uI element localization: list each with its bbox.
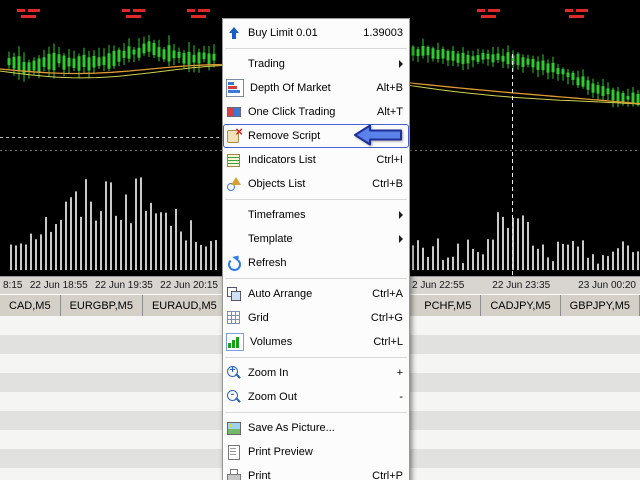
menu-item-buy-limit-0-01[interactable]: Buy Limit 0.01 1.39003 <box>223 21 409 45</box>
time-label: 22 Jun 20:15 <box>160 280 218 291</box>
menu-item-shortcut: Ctrl+A <box>372 288 403 300</box>
menu-item-shortcut: Alt+T <box>377 106 403 118</box>
menu-icon-placeholder <box>226 56 242 72</box>
submenu-arrow-icon <box>399 235 403 243</box>
grid-icon <box>226 310 242 326</box>
indicators-icon <box>226 152 242 168</box>
menu-separator <box>225 357 407 358</box>
menu-item-template[interactable]: Template <box>223 227 409 251</box>
menu-item-label: Print <box>248 470 271 480</box>
menu-item-label: Timeframes <box>248 209 306 221</box>
menu-item-shortcut: Ctrl+I <box>376 154 403 166</box>
menu-separator <box>225 199 407 200</box>
menu-item-shortcut: Alt+B <box>376 82 403 94</box>
menu-item-trading[interactable]: Trading <box>223 52 409 76</box>
menu-item-objects-list[interactable]: Objects List Ctrl+B <box>223 172 409 196</box>
menu-item-save-as-picture[interactable]: Save As Picture... <box>223 416 409 440</box>
time-label: 8:15 <box>3 280 23 291</box>
time-label: 2 Jun 22:55 <box>412 280 465 291</box>
menu-item-label: Print Preview <box>248 446 313 458</box>
menu-item-timeframes[interactable]: Timeframes <box>223 203 409 227</box>
menu-item-shortcut: 1.39003 <box>363 27 403 39</box>
menu-item-label: Grid <box>248 312 269 324</box>
menu-item-shortcut: Ctrl+B <box>372 178 403 190</box>
print-icon <box>226 468 242 480</box>
depth-of-market-icon <box>226 79 244 97</box>
time-label: 23 Jun 00:20 <box>578 280 636 291</box>
menu-item-depth-of-market[interactable]: Depth Of Market Alt+B <box>223 76 409 100</box>
menu-item-label: Depth Of Market <box>250 82 331 94</box>
time-label: 22 Jun 23:35 <box>492 280 551 291</box>
menu-item-label: Auto Arrange <box>248 288 313 300</box>
chart-tab-eurgbp-m5[interactable]: EURGBP,M5 <box>61 295 143 317</box>
menu-item-zoom-in[interactable]: Zoom In + <box>223 361 409 385</box>
submenu-arrow-icon <box>399 60 403 68</box>
time-axis-right: 2 Jun 22:55 22 Jun 23:35 23 Jun 00:20 <box>412 280 636 291</box>
chart-tabs-right: PCHF,M5 CADJPY,M5 GBPJPY,M5 <box>415 295 640 317</box>
mt4-window: 8:15 22 Jun 18:55 22 Jun 19:35 22 Jun 20:15… <box>0 0 640 480</box>
menu-item-shortcut: - <box>399 391 403 403</box>
menu-item-indicators-list[interactable]: Indicators List Ctrl+I <box>223 148 409 172</box>
chart-tab-pchf-m5[interactable]: PCHF,M5 <box>415 295 482 317</box>
chart-tabs-left: CAD,M5 EURGBP,M5 EURAUD,M5 <box>0 295 227 317</box>
menu-item-refresh[interactable]: Refresh <box>223 251 409 275</box>
remove-script-icon <box>226 124 243 144</box>
menu-item-zoom-out[interactable]: Zoom Out - <box>223 385 409 409</box>
menu-item-label: One Click Trading <box>248 106 336 118</box>
zoom-out-icon <box>226 389 242 405</box>
chart-tab-cad-m5[interactable]: CAD,M5 <box>0 295 61 317</box>
menu-item-label: Refresh <box>248 257 287 269</box>
menu-item-print[interactable]: Print Ctrl+P <box>223 464 409 480</box>
menu-item-shortcut: + <box>396 367 403 379</box>
menu-item-volumes[interactable]: Volumes Ctrl+L <box>223 330 409 354</box>
chart-tab-euraud-m5[interactable]: EURAUD,M5 <box>143 295 227 317</box>
menu-icon-placeholder <box>226 207 242 223</box>
auto-arrange-icon <box>226 286 242 302</box>
menu-separator <box>225 48 407 49</box>
chart-tab-gbpjpy-m5[interactable]: GBPJPY,M5 <box>561 295 640 317</box>
menu-item-shortcut: Ctrl+P <box>372 470 403 480</box>
menu-item-label: Zoom In <box>248 367 289 379</box>
time-axis-left: 8:15 22 Jun 18:55 22 Jun 19:35 22 Jun 20:15 <box>3 280 218 291</box>
one-click-icon <box>226 104 242 120</box>
menu-item-shortcut: Ctrl+L <box>373 336 403 348</box>
print-preview-icon <box>226 444 242 460</box>
menu-item-auto-arrange[interactable]: Auto Arrange Ctrl+A <box>223 282 409 306</box>
zoom-in-icon <box>226 365 242 381</box>
menu-icon-placeholder <box>226 231 242 247</box>
volumes-icon <box>226 333 244 351</box>
save-picture-icon <box>226 420 242 436</box>
menu-item-label: Zoom Out <box>248 391 297 403</box>
refresh-icon <box>226 255 242 271</box>
menu-item-print-preview[interactable]: Print Preview <box>223 440 409 464</box>
time-label: 22 Jun 18:55 <box>29 280 88 291</box>
menu-item-grid[interactable]: Grid Ctrl+G <box>223 306 409 330</box>
time-label: 22 Jun 19:35 <box>94 280 153 291</box>
menu-item-label: Template <box>248 233 293 245</box>
annotation-arrow-icon <box>354 124 402 146</box>
menu-item-label: Indicators List <box>248 154 316 166</box>
menu-item-label: Buy Limit 0.01 <box>248 27 318 39</box>
menu-separator <box>225 278 407 279</box>
context-menu: Buy Limit 0.01 1.39003 Trading Depth Of Mar… <box>222 18 410 480</box>
menu-item-shortcut: Ctrl+G <box>370 312 403 324</box>
buy-limit-icon <box>226 25 242 41</box>
objects-icon <box>226 176 242 192</box>
menu-separator <box>225 412 407 413</box>
menu-item-label: Volumes <box>250 336 293 348</box>
menu-item-label: Objects List <box>248 178 306 190</box>
menu-item-label: Trading <box>248 58 285 70</box>
chart-tab-cadjpy-m5[interactable]: CADJPY,M5 <box>481 295 561 317</box>
menu-item-one-click-trading[interactable]: One Click Trading Alt+T <box>223 100 409 124</box>
menu-item-label: Save As Picture... <box>248 422 335 434</box>
submenu-arrow-icon <box>399 211 403 219</box>
